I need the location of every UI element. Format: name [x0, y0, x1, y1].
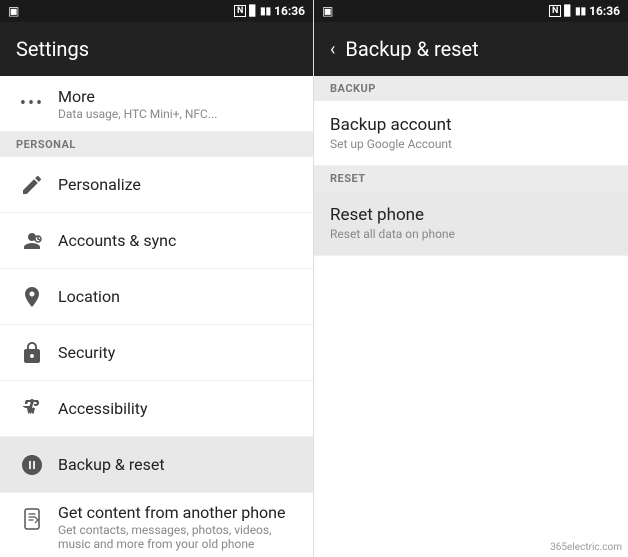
left-panel: ▣ N ▊ ▮▮ 16:36 Settings ••• More Data us… [0, 0, 314, 557]
nfc-icon-right: N [549, 5, 561, 17]
more-title: More [58, 87, 299, 106]
reset-phone-title: Reset phone [330, 205, 612, 225]
settings-title: Settings [16, 37, 89, 61]
accounts-icon [14, 229, 50, 253]
screen-icon: ▣ [8, 4, 19, 18]
clock-right: 16:36 [589, 4, 620, 18]
settings-item-location[interactable]: Location [0, 269, 313, 325]
settings-item-accounts[interactable]: Accounts & sync [0, 213, 313, 269]
location-icon [14, 285, 50, 309]
security-title: Security [58, 343, 299, 362]
battery-icon: ▮▮ [260, 6, 271, 17]
accounts-title: Accounts & sync [58, 231, 299, 250]
settings-item-accessibility[interactable]: Accessibility [0, 381, 313, 437]
settings-item-backup[interactable]: Backup & reset [0, 437, 313, 493]
signal-icons-right: ▊ [564, 6, 572, 17]
more-icon: ••• [14, 93, 50, 114]
personal-section-label: PERSONAL [0, 132, 313, 157]
status-bar-left: ▣ N ▊ ▮▮ 16:36 [0, 0, 313, 22]
settings-item-security[interactable]: Security [0, 325, 313, 381]
settings-item-transfer[interactable]: Get content from another phone Get conta… [0, 493, 313, 557]
settings-list: ••• More Data usage, HTC Mini+, NFC... P… [0, 76, 313, 557]
clock-left: 16:36 [274, 4, 305, 18]
transfer-icon [14, 503, 50, 531]
backup-icon [14, 453, 50, 477]
accessibility-title: Accessibility [58, 399, 299, 418]
personalize-title: Personalize [58, 175, 299, 194]
location-title: Location [58, 287, 299, 306]
settings-header: Settings [0, 22, 313, 76]
backup-reset-title: Backup & reset [345, 37, 478, 61]
watermark: 365electric.com [550, 542, 622, 553]
backup-title: Backup & reset [58, 455, 299, 474]
backup-account-item[interactable]: Backup account Set up Google Account [314, 101, 628, 166]
reset-section-label: RESET [314, 166, 628, 191]
nfc-icon: N [234, 5, 246, 17]
back-button[interactable]: ‹ [330, 39, 335, 60]
status-bar-right: ▣ N ▊ ▮▮ 16:36 [314, 0, 628, 22]
right-panel: ▣ N ▊ ▮▮ 16:36 ‹ Backup & reset BACKUP B… [314, 0, 628, 557]
reset-phone-item[interactable]: Reset phone Reset all data on phone [314, 191, 628, 256]
settings-item-personalize[interactable]: Personalize [0, 157, 313, 213]
backup-reset-header: ‹ Backup & reset [314, 22, 628, 76]
transfer-title: Get content from another phone [58, 503, 299, 522]
signal-icons: ▊ [249, 6, 257, 17]
status-time-right: N ▊ ▮▮ 16:36 [549, 4, 620, 18]
security-icon [14, 341, 50, 365]
backup-account-subtitle: Set up Google Account [330, 137, 612, 151]
battery-icon-right: ▮▮ [575, 6, 586, 17]
more-item[interactable]: ••• More Data usage, HTC Mini+, NFC... [0, 76, 313, 132]
more-subtitle: Data usage, HTC Mini+, NFC... [58, 107, 299, 121]
personalize-icon [14, 173, 50, 197]
reset-phone-subtitle: Reset all data on phone [330, 227, 612, 241]
screen-icon-right: ▣ [322, 4, 333, 18]
backup-section-label: BACKUP [314, 76, 628, 101]
accessibility-icon [14, 397, 50, 421]
transfer-subtitle: Get contacts, messages, photos, videos, … [58, 523, 299, 551]
backup-account-title: Backup account [330, 115, 612, 135]
status-time-left: N ▊ ▮▮ 16:36 [234, 4, 305, 18]
